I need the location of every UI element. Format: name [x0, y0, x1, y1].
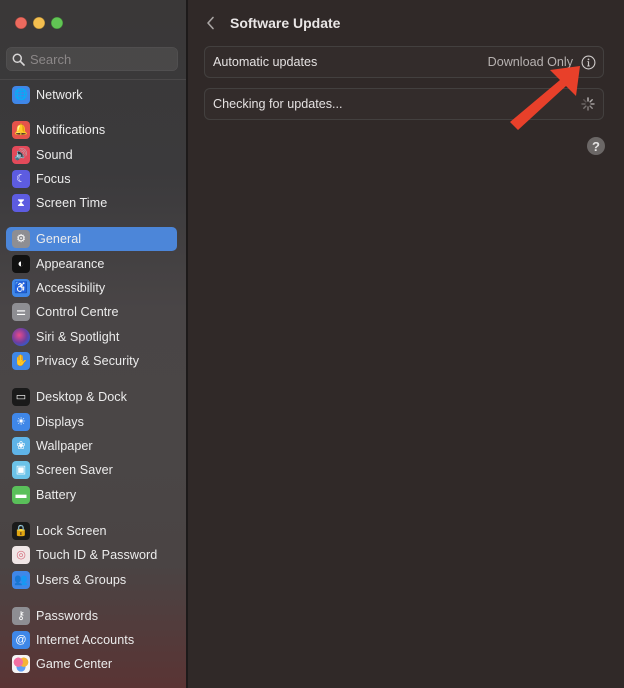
sidebar-item-sound[interactable]: 🔊 Sound: [6, 143, 177, 167]
sidebar-item-touch-id[interactable]: ◎ Touch ID & Password: [6, 543, 177, 567]
sidebar-item-control-centre[interactable]: ⚌ Control Centre: [6, 300, 177, 324]
search-icon: [12, 53, 25, 66]
traffic-lights: [15, 17, 63, 29]
search-input[interactable]: [30, 51, 160, 67]
sidebar-item-battery[interactable]: ▬ Battery: [6, 483, 177, 507]
sidebar-item-privacy-security[interactable]: ✋ Privacy & Security: [6, 349, 177, 373]
sidebar-item-label: Control Centre: [36, 305, 119, 319]
sidebar-item-accessibility[interactable]: ♿ Accessibility: [6, 276, 177, 300]
sidebar-item-screen-time[interactable]: ⧗ Screen Time: [6, 191, 177, 215]
flower-icon: ❀: [12, 437, 30, 455]
speaker-icon: 🔊: [12, 146, 30, 164]
key-icon: ⚷: [12, 607, 30, 625]
dock-icon: ▭: [12, 388, 30, 406]
automatic-updates-label: Automatic updates: [213, 55, 318, 69]
network-icon: 🌐: [12, 86, 30, 104]
search-field[interactable]: [6, 47, 178, 71]
back-button[interactable]: [202, 14, 218, 32]
sidebar: 🌐 Network 🔔 Notifications 🔊 Sound ☾ Focus ⧗ Scree…: [0, 0, 188, 688]
sidebar-item-label: Touch ID & Password: [36, 548, 158, 562]
screensaver-icon: ▣: [12, 461, 30, 479]
sun-icon: ☀: [12, 413, 30, 431]
help-button[interactable]: ?: [587, 137, 605, 155]
sidebar-item-general[interactable]: ⚙ General: [6, 227, 177, 251]
toggles-icon: ⚌: [12, 303, 30, 321]
bell-icon: 🔔: [12, 121, 30, 139]
sidebar-item-label: Sound: [36, 148, 73, 162]
sidebar-item-label: Game Center: [36, 657, 113, 671]
sidebar-item-lock-screen[interactable]: 🔒 Lock Screen: [6, 519, 177, 543]
sidebar-item-notifications[interactable]: 🔔 Notifications: [6, 118, 177, 142]
sidebar-item-game-center[interactable]: Game Center: [6, 652, 177, 676]
sidebar-item-passwords[interactable]: ⚷ Passwords: [6, 604, 177, 628]
hourglass-icon: ⧗: [12, 194, 30, 212]
sidebar-item-label: Siri & Spotlight: [36, 330, 120, 344]
sidebar-item-focus[interactable]: ☾ Focus: [6, 167, 177, 191]
gear-icon: ⚙: [12, 230, 30, 248]
sidebar-item-label: Privacy & Security: [36, 354, 140, 368]
sidebar-item-label: Displays: [36, 415, 84, 429]
zoom-button[interactable]: [51, 17, 63, 29]
sidebar-item-label: Accessibility: [36, 281, 106, 295]
sidebar-item-label: Screen Saver: [36, 463, 113, 477]
sidebar-item-label: Desktop & Dock: [36, 390, 127, 404]
sidebar-item-label: Focus: [36, 172, 71, 186]
sidebar-item-label: Wallpaper: [36, 439, 93, 453]
users-icon: 👥: [12, 571, 30, 589]
accessibility-icon: ♿: [12, 279, 30, 297]
sidebar-item-label: Notifications: [36, 123, 106, 137]
hand-icon: ✋: [12, 352, 30, 370]
sidebar-item-appearance[interactable]: ◐ Appearance: [6, 252, 177, 276]
chevron-left-icon: [206, 16, 214, 30]
sidebar-item-label: Battery: [36, 488, 77, 502]
sidebar-item-desktop-dock[interactable]: ▭ Desktop & Dock: [6, 385, 177, 409]
moon-icon: ☾: [12, 170, 30, 188]
sidebar-item-internet-accounts[interactable]: @ Internet Accounts: [6, 628, 177, 652]
sidebar-item-displays[interactable]: ☀ Displays: [6, 410, 177, 434]
page-title: Software Update: [230, 15, 341, 31]
sidebar-item-wallpaper[interactable]: ❀ Wallpaper: [6, 434, 177, 458]
checking-updates-label: Checking for updates...: [213, 97, 343, 111]
sidebar-item-siri-spotlight[interactable]: Siri & Spotlight: [6, 325, 177, 349]
siri-icon: [12, 328, 30, 346]
at-icon: @: [12, 631, 30, 649]
appearance-icon: ◐: [12, 255, 30, 273]
minimize-button[interactable]: [33, 17, 45, 29]
sidebar-item-label: Appearance: [36, 257, 105, 271]
sidebar-item-label: General: [36, 232, 82, 246]
sidebar-item-label: Screen Time: [36, 196, 108, 210]
sidebar-item-users-groups[interactable]: 👥 Users & Groups: [6, 568, 177, 592]
game-center-icon: [12, 655, 30, 673]
battery-icon: ▬: [12, 486, 30, 504]
lock-icon: 🔒: [12, 522, 30, 540]
sidebar-item-label: Internet Accounts: [36, 633, 135, 647]
sidebar-item-label: Passwords: [36, 609, 99, 623]
sidebar-item-screen-saver[interactable]: ▣ Screen Saver: [6, 458, 177, 482]
sidebar-item-label: Lock Screen: [36, 524, 107, 538]
sidebar-item-label: Network: [36, 88, 83, 102]
fingerprint-icon: ◎: [12, 546, 30, 564]
arrow-annotation-icon: [510, 66, 580, 130]
sidebar-item-network[interactable]: 🌐 Network: [6, 83, 177, 107]
divider: [0, 79, 186, 80]
sidebar-item-label: Users & Groups: [36, 573, 127, 587]
close-button[interactable]: [15, 17, 27, 29]
system-settings-window: 🌐 Network 🔔 Notifications 🔊 Sound ☾ Focus ⧗ Scree…: [0, 0, 624, 688]
